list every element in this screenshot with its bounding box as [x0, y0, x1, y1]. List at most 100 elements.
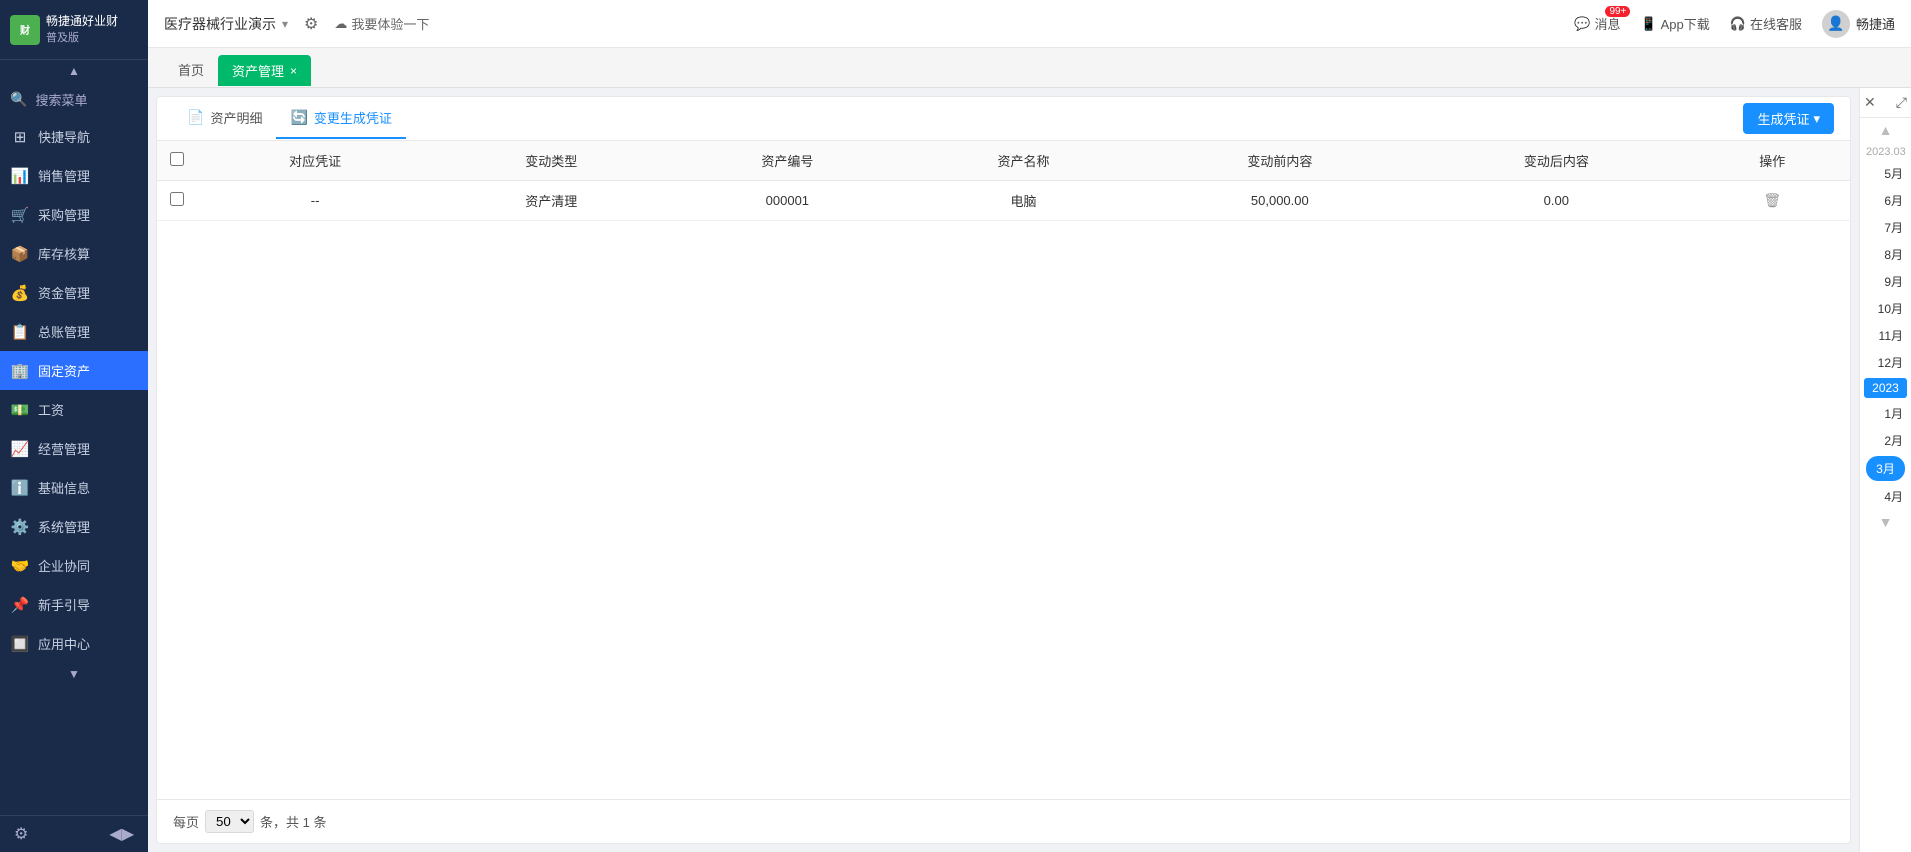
sidebar-item-label: 系统管理	[38, 517, 90, 536]
search-icon: 🔍	[10, 91, 27, 108]
main-area: 医疗器械行业演示 ▾ ⚙ ☁ 我要体验一下 💬 消息 99+ 📱 App下载 🎧…	[148, 0, 1911, 852]
date-scroll-down[interactable]: ▼	[1860, 510, 1911, 534]
date-month-feb[interactable]: 2月	[1860, 427, 1911, 454]
online-service-btn[interactable]: 🎧 在线客服	[1730, 14, 1802, 33]
sidebar-item-label: 工资	[38, 400, 64, 419]
tab-close-icon[interactable]: ×	[290, 64, 297, 78]
sidebar-scroll-up[interactable]: ▲	[0, 60, 148, 82]
tab-asset-management[interactable]: 资产管理 ×	[218, 55, 311, 86]
experience-btn[interactable]: ☁ 我要体验一下	[334, 14, 429, 33]
sales-icon: 📊	[10, 167, 30, 185]
app-download-btn[interactable]: 📱 App下载	[1640, 14, 1709, 33]
sidebar-item-cooperation[interactable]: 🤝 企业协同	[0, 546, 148, 585]
row-asset-name: 电脑	[905, 181, 1141, 221]
tab-bar: 首页 资产管理 ×	[148, 48, 1911, 88]
row-asset-no: 000001	[669, 181, 905, 221]
expand-panel-icon[interactable]: ⤢	[1896, 94, 1907, 111]
operations-icon: 📈	[10, 440, 30, 458]
row-checkbox[interactable]	[170, 192, 184, 206]
sidebar-item-label: 应用中心	[38, 634, 90, 653]
date-month-5[interactable]: 5月	[1860, 160, 1911, 187]
chevron-down-icon: ▾	[1813, 111, 1820, 127]
ledger-icon: 📋	[10, 323, 30, 341]
date-month-apr[interactable]: 4月	[1860, 483, 1911, 510]
sidebar-item-capital[interactable]: 💰 资金管理	[0, 273, 148, 312]
sidebar-item-operations[interactable]: 📈 经营管理	[0, 429, 148, 468]
company-selector[interactable]: 医疗器械行业演示 ▾	[164, 14, 288, 34]
row-after: 0.00	[1418, 181, 1695, 221]
row-checkbox-cell	[157, 181, 197, 221]
sidebar-item-quick-nav[interactable]: ⊞ 快捷导航	[0, 117, 148, 156]
tab-asset-detail[interactable]: 📄 资产明细	[173, 98, 276, 139]
col-header-before: 变动前内容	[1142, 141, 1419, 181]
sidebar-item-sales[interactable]: 📊 销售管理	[0, 156, 148, 195]
delete-row-icon[interactable]: 🗑	[1763, 192, 1781, 208]
messages-btn[interactable]: 💬 消息 99+	[1574, 14, 1620, 33]
sidebar-item-ledger[interactable]: 📋 总账管理	[0, 312, 148, 351]
row-action: 🗑	[1695, 181, 1850, 221]
sidebar-item-purchase[interactable]: 🛒 采购管理	[0, 195, 148, 234]
select-all-header	[157, 141, 197, 181]
download-icon: 📱	[1640, 16, 1656, 32]
date-month-11[interactable]: 11月	[1860, 322, 1911, 349]
sidebar-scroll-down[interactable]: ▼	[0, 663, 148, 685]
settings-gear-icon[interactable]: ⚙	[304, 14, 318, 34]
date-month-mar-selected[interactable]: 3月	[1866, 456, 1905, 481]
sidebar-item-guide[interactable]: 📌 新手引导	[0, 585, 148, 624]
sidebar-item-label: 采购管理	[38, 205, 90, 224]
generate-voucher-button[interactable]: 生成凭证 ▾	[1743, 103, 1834, 134]
date-month-12[interactable]: 12月	[1860, 349, 1911, 376]
date-month-10[interactable]: 10月	[1860, 295, 1911, 322]
logo-sub: 普及版	[46, 29, 118, 45]
date-scroll-up[interactable]: ▲	[1860, 118, 1911, 142]
col-header-voucher: 对应凭证	[197, 141, 433, 181]
sidebar-item-fixed-assets[interactable]: 🏢 固定资产	[0, 351, 148, 390]
sidebar-item-inventory[interactable]: 📦 库存核算	[0, 234, 148, 273]
service-icon: 🎧	[1730, 16, 1746, 32]
total-label: 条，共 1 条	[260, 812, 326, 831]
sidebar-item-label: 企业协同	[38, 556, 90, 575]
app-center-icon: 🔲	[10, 635, 30, 653]
asset-detail-icon: 📄	[187, 109, 204, 126]
row-change-type: 资产清理	[433, 181, 669, 221]
date-month-6[interactable]: 6月	[1860, 187, 1911, 214]
per-page-select[interactable]: 50	[205, 810, 254, 833]
sidebar-item-basic-info[interactable]: ℹ️ 基础信息	[0, 468, 148, 507]
date-panel: ✕ ⤢ ▲ 2023.03 5月 6月 7月 8月 9月 10月 11月 12月…	[1859, 88, 1911, 852]
settings-icon[interactable]: ⚙	[14, 824, 28, 844]
date-month-7[interactable]: 7月	[1860, 214, 1911, 241]
user-profile[interactable]: 👤 畅捷通	[1822, 10, 1895, 38]
message-icon: 💬	[1574, 16, 1590, 32]
company-name: 医疗器械行业演示	[164, 14, 276, 34]
sidebar-search[interactable]: 🔍 搜索菜单	[0, 82, 148, 117]
data-table: 对应凭证 变动类型 资产编号 资产名称 变动前内容 变动后内容 操作	[157, 141, 1850, 221]
tab-change-voucher[interactable]: 🔄 变更生成凭证	[276, 98, 405, 139]
close-panel-icon[interactable]: ✕	[1864, 94, 1876, 111]
sidebar-item-payroll[interactable]: 💵 工资	[0, 390, 148, 429]
date-month-8[interactable]: 8月	[1860, 241, 1911, 268]
tab-home[interactable]: 首页	[164, 54, 218, 87]
sidebar: 财 畅捷通好业财 普及版 ▲ 🔍 搜索菜单 ⊞ 快捷导航 📊 销售管理 🛒 采购…	[0, 0, 148, 852]
capital-icon: 💰	[10, 284, 30, 302]
sidebar-item-system[interactable]: ⚙️ 系统管理	[0, 507, 148, 546]
inventory-icon: 📦	[10, 245, 30, 263]
sidebar-item-app-center[interactable]: 🔲 应用中心	[0, 624, 148, 663]
tab-asset-detail-label: 资产明细	[210, 108, 262, 127]
app-logo: 财 畅捷通好业财 普及版	[0, 0, 148, 60]
content-area: 📄 资产明细 🔄 变更生成凭证 生成凭证 ▾	[148, 88, 1911, 852]
content-panel: 📄 资产明细 🔄 变更生成凭证 生成凭证 ▾	[156, 96, 1851, 844]
date-month-jan[interactable]: 1月	[1860, 400, 1911, 427]
per-page-label: 每页	[173, 812, 199, 831]
sidebar-item-label: 经营管理	[38, 439, 90, 458]
select-all-checkbox[interactable]	[170, 152, 184, 166]
date-month-9[interactable]: 9月	[1860, 268, 1911, 295]
col-header-action: 操作	[1695, 141, 1850, 181]
collapse-sidebar-icon[interactable]: ◀▶	[109, 824, 134, 844]
col-header-after: 变动后内容	[1418, 141, 1695, 181]
generate-label: 生成凭证	[1757, 109, 1809, 128]
online-service-label: 在线客服	[1750, 14, 1802, 33]
year-2023-marker[interactable]: 2023	[1864, 378, 1907, 398]
change-voucher-icon: 🔄	[290, 109, 307, 126]
col-header-asset-no: 资产编号	[669, 141, 905, 181]
date-year-label-top: 2023.03	[1860, 142, 1911, 160]
